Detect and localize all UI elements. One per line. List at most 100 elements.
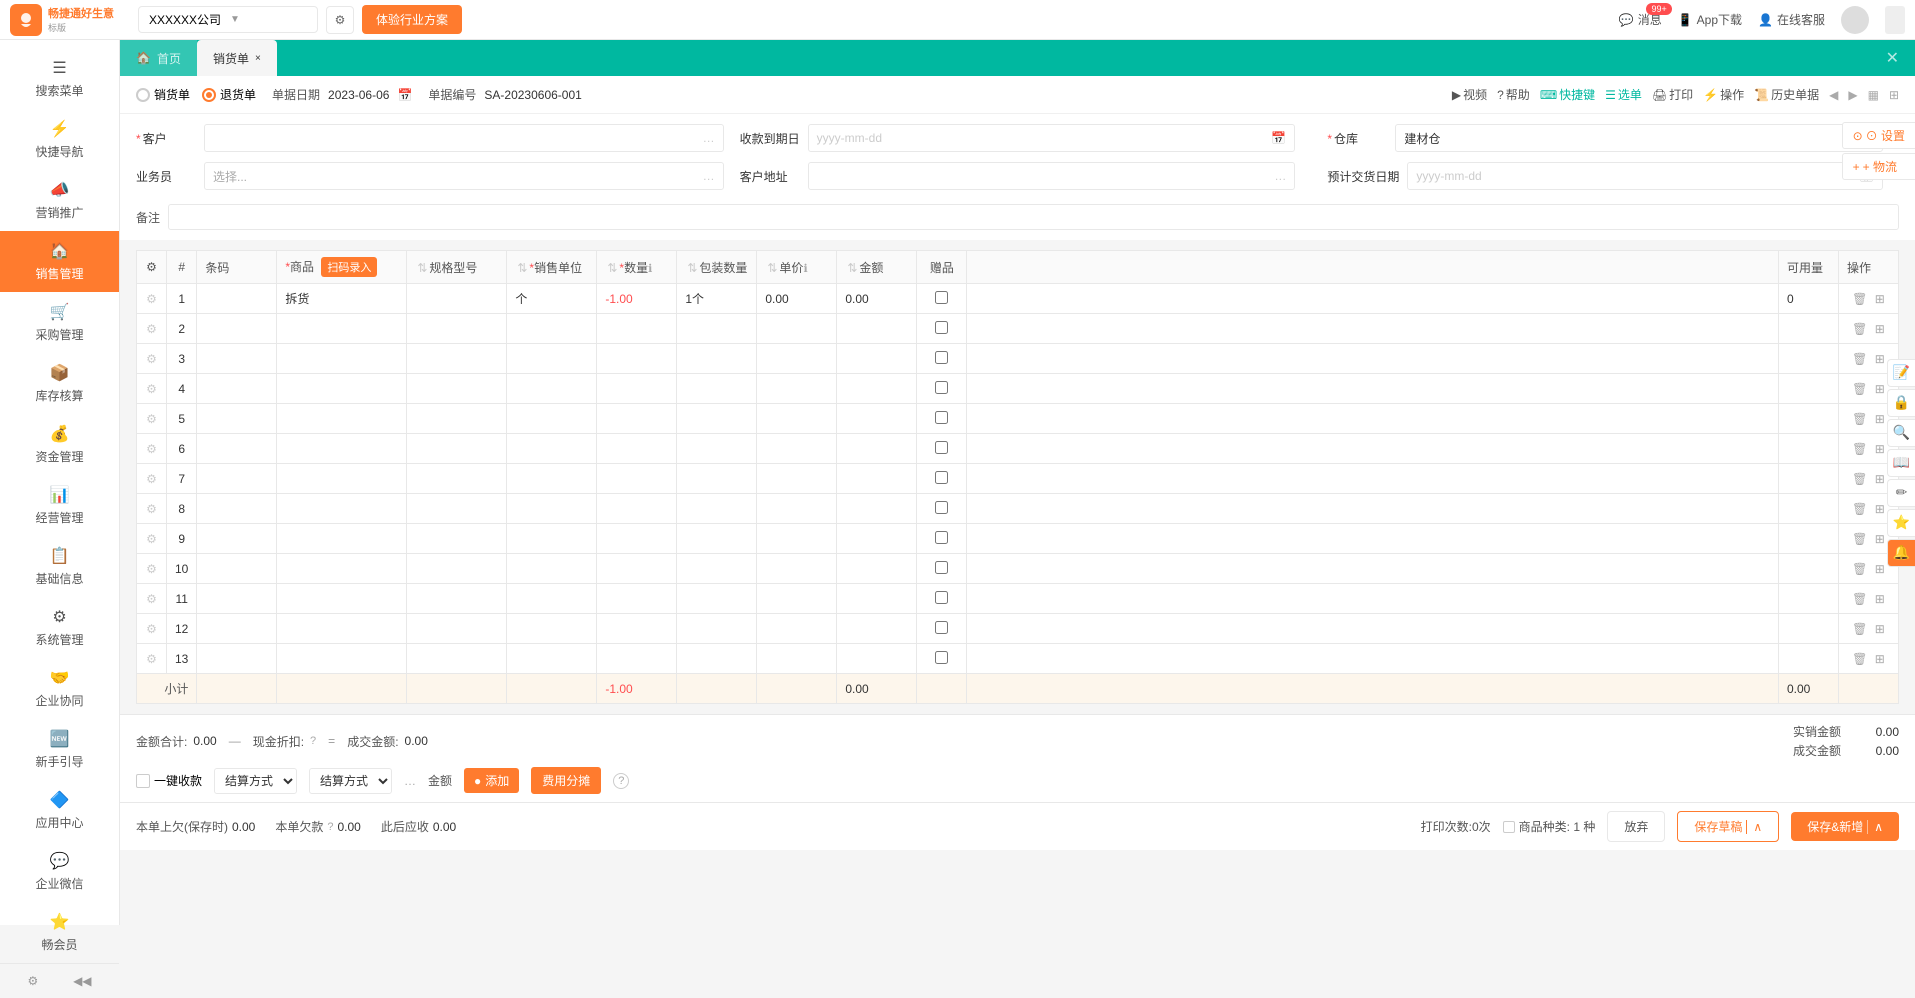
sidebar-item-enterprise[interactable]: 🤝 企业协同	[0, 658, 119, 719]
row-spec[interactable]	[407, 434, 507, 464]
row-settings-icon[interactable]: ⚙	[137, 374, 167, 404]
calendar-icon[interactable]: 📅	[397, 88, 412, 102]
row-barcode[interactable]	[197, 374, 277, 404]
copy-icon[interactable]: ⊞	[1875, 442, 1885, 456]
right-panel-edit[interactable]: ✏	[1887, 479, 1915, 507]
row-barcode[interactable]	[197, 494, 277, 524]
row-product[interactable]	[277, 584, 407, 614]
customer-input[interactable]: …	[204, 124, 724, 152]
right-panel-lock[interactable]: 🔒	[1887, 389, 1915, 417]
row-unit[interactable]	[507, 344, 597, 374]
save-new-button[interactable]: 保存&新增 ∧	[1791, 812, 1899, 841]
row-unit[interactable]	[507, 464, 597, 494]
row-pkgqty[interactable]	[677, 374, 757, 404]
row-price[interactable]	[757, 494, 837, 524]
row-settings-icon[interactable]: ⚙	[137, 464, 167, 494]
settings-button[interactable]: ⚙	[326, 6, 354, 34]
row-product[interactable]	[277, 404, 407, 434]
customer-address-input[interactable]: …	[808, 162, 1296, 190]
row-pkgqty[interactable]	[677, 494, 757, 524]
row-settings-icon[interactable]: ⚙	[137, 284, 167, 314]
row-unit[interactable]	[507, 404, 597, 434]
row-gift[interactable]	[917, 464, 967, 494]
row-unit[interactable]	[507, 584, 597, 614]
row-gift[interactable]	[917, 614, 967, 644]
row-unit[interactable]	[507, 524, 597, 554]
row-pkgqty[interactable]	[677, 554, 757, 584]
copy-icon[interactable]: ⊞	[1875, 352, 1885, 366]
row-product[interactable]	[277, 344, 407, 374]
row-settings-icon[interactable]: ⚙	[137, 344, 167, 374]
row-barcode[interactable]	[197, 434, 277, 464]
row-qty[interactable]	[597, 614, 677, 644]
sidebar-item-guide[interactable]: 🆕 新手引导	[0, 719, 119, 780]
row-gift[interactable]	[917, 494, 967, 524]
salesperson-more-icon[interactable]: …	[703, 169, 715, 183]
row-gift[interactable]	[917, 434, 967, 464]
row-barcode[interactable]	[197, 554, 277, 584]
toolbar-video[interactable]: ▶ 视频	[1452, 86, 1487, 103]
row-spec[interactable]	[407, 284, 507, 314]
row-pkgqty[interactable]	[677, 614, 757, 644]
sidebar-item-system[interactable]: ⚙ 系统管理	[0, 597, 119, 658]
row-product[interactable]	[277, 614, 407, 644]
radio-return[interactable]: 退货单	[202, 86, 256, 103]
view-expand-icon[interactable]: ⊞	[1889, 88, 1899, 102]
row-amount[interactable]	[837, 524, 917, 554]
row-spec[interactable]	[407, 584, 507, 614]
row-pkgqty[interactable]	[677, 404, 757, 434]
row-spec[interactable]	[407, 494, 507, 524]
copy-icon[interactable]: ⊞	[1875, 322, 1885, 336]
online-service-button[interactable]: 👤 在线客服	[1758, 11, 1825, 28]
row-product[interactable]	[277, 464, 407, 494]
sidebar-item-apps[interactable]: 🔷 应用中心	[0, 780, 119, 841]
toolbar-history[interactable]: 📜 历史单据	[1754, 86, 1819, 103]
save-draft-chevron[interactable]: ∧	[1746, 820, 1762, 834]
delete-icon[interactable]: 🗑	[1852, 592, 1867, 606]
row-settings-icon[interactable]: ⚙	[137, 644, 167, 674]
row-spec[interactable]	[407, 374, 507, 404]
delete-icon[interactable]: 🗑	[1852, 412, 1867, 426]
row-unit[interactable]	[507, 614, 597, 644]
user-dropdown[interactable]	[1885, 6, 1905, 34]
sidebar-item-search[interactable]: ☰ 搜索菜单	[0, 48, 119, 109]
tab-sales-order[interactable]: 销货单 ×	[197, 40, 277, 76]
row-qty[interactable]	[597, 644, 677, 674]
row-pkgqty[interactable]	[677, 584, 757, 614]
row-qty[interactable]	[597, 374, 677, 404]
abandon-button[interactable]: 放弃	[1607, 811, 1665, 842]
copy-icon[interactable]: ⊞	[1875, 412, 1885, 426]
row-price[interactable]	[757, 554, 837, 584]
view-list-icon[interactable]: ▦	[1868, 88, 1879, 102]
row-unit[interactable]	[507, 644, 597, 674]
row-price[interactable]	[757, 614, 837, 644]
row-price[interactable]	[757, 584, 837, 614]
copy-icon[interactable]: ⊞	[1875, 472, 1885, 486]
row-barcode[interactable]	[197, 614, 277, 644]
radio-sales[interactable]: 销货单	[136, 86, 190, 103]
logistics-button[interactable]: + + 物流	[1842, 153, 1915, 180]
row-price[interactable]	[757, 644, 837, 674]
right-panel-notes[interactable]: 📝	[1887, 359, 1915, 387]
row-gift[interactable]	[917, 644, 967, 674]
row-amount[interactable]	[837, 434, 917, 464]
settlement-method-select[interactable]: 结算方式	[214, 768, 297, 794]
sidebar-item-inventory[interactable]: 📦 库存核算	[0, 353, 119, 414]
delete-icon[interactable]: 🗑	[1852, 322, 1867, 336]
row-amount[interactable]	[837, 464, 917, 494]
row-settings-icon[interactable]: ⚙	[137, 404, 167, 434]
row-barcode[interactable]	[197, 284, 277, 314]
avatar[interactable]	[1841, 6, 1869, 34]
row-pkgqty[interactable]	[677, 644, 757, 674]
row-barcode[interactable]	[197, 344, 277, 374]
row-settings-icon[interactable]: ⚙	[137, 614, 167, 644]
row-spec[interactable]	[407, 554, 507, 584]
save-draft-button[interactable]: 保存草稿 ∧	[1677, 811, 1779, 842]
delete-icon[interactable]: 🗑	[1852, 502, 1867, 516]
row-amount[interactable]: 0.00	[837, 284, 917, 314]
row-barcode[interactable]	[197, 314, 277, 344]
row-price[interactable]	[757, 464, 837, 494]
delete-icon[interactable]: 🗑	[1852, 532, 1867, 546]
tab-close-icon[interactable]: ×	[255, 53, 261, 64]
row-price[interactable]	[757, 344, 837, 374]
